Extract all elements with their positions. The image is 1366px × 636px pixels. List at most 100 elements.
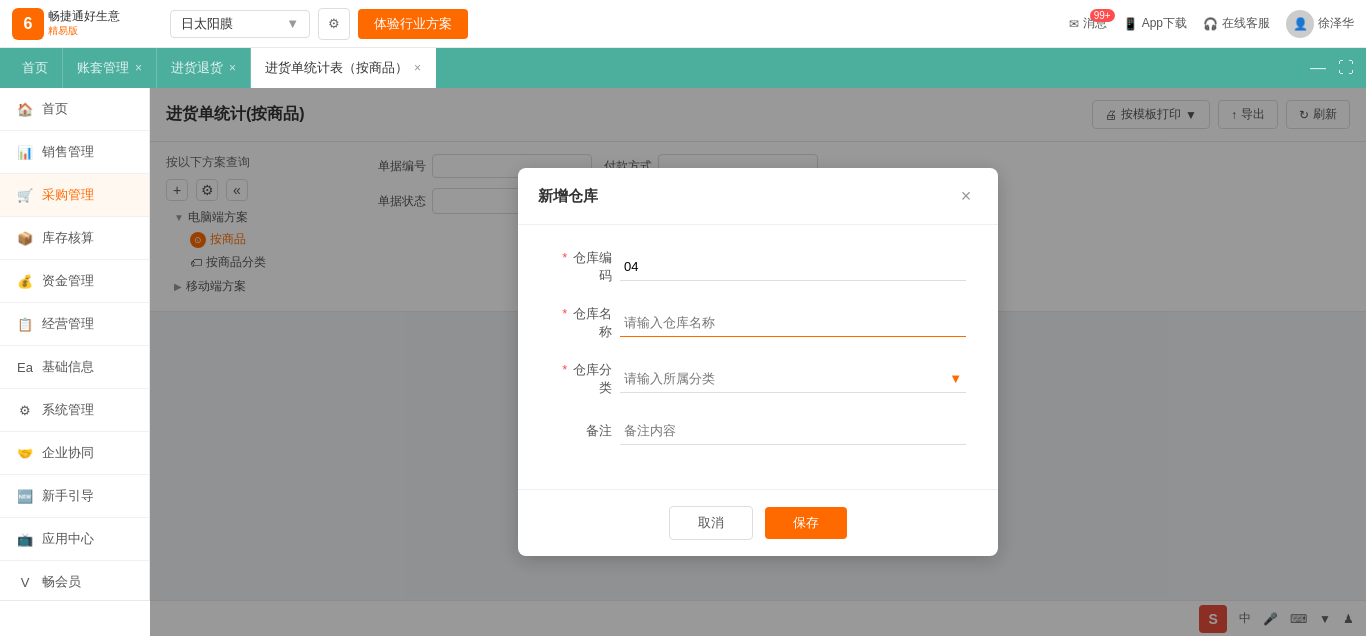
sidebar-member-label: 畅会员: [42, 573, 81, 591]
sidebar-system-label: 系统管理: [42, 401, 94, 419]
app-logo: 6: [12, 8, 44, 40]
store-arrow-icon: ▼: [286, 16, 299, 31]
operations-icon: 📋: [16, 315, 34, 333]
top-right-area: ✉ 消息 99+ 📱 App下载 🎧 在线客服 👤 徐泽华: [1069, 10, 1354, 38]
sidebar-item-guide[interactable]: 🆕 新手引导: [0, 475, 149, 518]
app-edition: 精易版: [48, 24, 120, 38]
note-input[interactable]: [620, 417, 966, 445]
tab-home[interactable]: 首页: [8, 48, 63, 88]
form-row-code: * 仓库编码: [550, 249, 966, 285]
inventory-icon: 📦: [16, 229, 34, 247]
new-warehouse-dialog: 新增仓库 × * 仓库编码 *: [518, 168, 998, 556]
tab-purchase-return-label: 进货退货: [171, 59, 223, 77]
sidebar-collab-label: 企业协同: [42, 444, 94, 462]
tab-account[interactable]: 账套管理 ×: [63, 48, 157, 88]
sidebar-apps-label: 应用中心: [42, 530, 94, 548]
tab-purchase-stats[interactable]: 进货单统计表（按商品） ×: [251, 48, 436, 88]
member-icon: V: [16, 573, 34, 591]
system-icon: ⚙: [16, 401, 34, 419]
top-bar: 6 畅捷通好生意 精易版 日太阳膜 ▼ ⚙ 体验行业方案 ✉ 消息 99+ 📱 …: [0, 0, 1366, 48]
sidebar-item-collab[interactable]: 🤝 企业协同: [0, 432, 149, 475]
form-row-note: 备注: [550, 417, 966, 445]
dialog-header: 新增仓库 ×: [518, 168, 998, 225]
dialog-footer: 取消 保存: [518, 489, 998, 556]
sidebar-home-label: 首页: [42, 100, 68, 118]
home-icon: 🏠: [16, 100, 34, 118]
name-required-mark: *: [562, 306, 567, 321]
settings-button[interactable]: ⚙: [318, 8, 350, 40]
category-dropdown-icon[interactable]: ▼: [949, 371, 962, 386]
dialog-close-button[interactable]: ×: [954, 184, 978, 208]
code-label: * 仓库编码: [550, 249, 620, 285]
sidebar-inventory-label: 库存核算: [42, 229, 94, 247]
headset-icon: 🎧: [1203, 17, 1218, 31]
sidebar-item-inventory[interactable]: 📦 库存核算: [0, 217, 149, 260]
tab-purchase-return[interactable]: 进货退货 ×: [157, 48, 251, 88]
sidebar-item-basicinfo[interactable]: Ea 基础信息: [0, 346, 149, 389]
cancel-button[interactable]: 取消: [669, 506, 753, 540]
sidebar-item-apps[interactable]: 📺 应用中心: [0, 518, 149, 561]
category-select-input[interactable]: [624, 371, 949, 386]
finance-icon: 💰: [16, 272, 34, 290]
category-select-wrapper: ▼: [620, 365, 966, 393]
sidebar-purchase-label: 采购管理: [42, 186, 94, 204]
tab-purchase-stats-label: 进货单统计表（按商品）: [265, 59, 408, 77]
store-selector[interactable]: 日太阳膜 ▼: [170, 10, 310, 38]
user-menu[interactable]: 👤 徐泽华: [1286, 10, 1354, 38]
app-download-button[interactable]: 📱 App下载: [1123, 15, 1187, 32]
tab-bar: 首页 账套管理 × 进货退货 × 进货单统计表（按商品） × — ⛶: [0, 48, 1366, 88]
name-label: * 仓库名称: [550, 305, 620, 341]
modal-overlay[interactable]: 新增仓库 × * 仓库编码 *: [150, 88, 1366, 636]
online-service-button[interactable]: 🎧 在线客服: [1203, 15, 1270, 32]
code-required-mark: *: [562, 250, 567, 265]
sidebar-finance-label: 资金管理: [42, 272, 94, 290]
phone-icon: 📱: [1123, 17, 1138, 31]
basicinfo-icon: Ea: [16, 358, 34, 376]
trial-button[interactable]: 体验行业方案: [358, 9, 468, 39]
sidebar-item-finance[interactable]: 💰 资金管理: [0, 260, 149, 303]
sidebar-guide-label: 新手引导: [42, 487, 94, 505]
sidebar-item-sales[interactable]: 📊 销售管理: [0, 131, 149, 174]
dialog-title: 新增仓库: [538, 187, 598, 206]
tab-expand-icon[interactable]: ⛶: [1334, 59, 1358, 77]
category-label: * 仓库分类: [550, 361, 620, 397]
message-badge: 99+: [1090, 9, 1115, 22]
tab-account-label: 账套管理: [77, 59, 129, 77]
sidebar: 🏠 首页 📊 销售管理 🛒 采购管理 📦 库存核算 💰 资金管理 📋 经营管理 …: [0, 88, 150, 636]
sidebar-sales-label: 销售管理: [42, 143, 94, 161]
tab-home-label: 首页: [22, 59, 48, 77]
message-icon: ✉: [1069, 17, 1079, 31]
apps-icon: 📺: [16, 530, 34, 548]
tab-minimize-icon[interactable]: —: [1306, 59, 1330, 77]
sidebar-item-purchase[interactable]: 🛒 采购管理: [0, 174, 149, 217]
collab-icon: 🤝: [16, 444, 34, 462]
messages-button[interactable]: ✉ 消息 99+: [1069, 15, 1107, 32]
guide-icon: 🆕: [16, 487, 34, 505]
sidebar-item-system[interactable]: ⚙ 系统管理: [0, 389, 149, 432]
tab-account-close[interactable]: ×: [135, 62, 142, 74]
sidebar-item-home[interactable]: 🏠 首页: [0, 88, 149, 131]
form-row-name: * 仓库名称: [550, 305, 966, 341]
warehouse-code-input[interactable]: [620, 253, 966, 281]
logo-area: 6 畅捷通好生意 精易版: [12, 8, 162, 40]
dialog-body: * 仓库编码 * 仓库名称: [518, 225, 998, 489]
sidebar-item-member[interactable]: V 畅会员: [0, 561, 149, 604]
content-area: 进货单统计(按商品) 🖨 按模板打印 ▼ ↑ 导出 ↻ 刷新: [150, 88, 1366, 636]
main-layout: 🏠 首页 📊 销售管理 🛒 采购管理 📦 库存核算 💰 资金管理 📋 经营管理 …: [0, 88, 1366, 636]
tab-actions: — ⛶: [1306, 59, 1358, 77]
sidebar-item-operations[interactable]: 📋 经营管理: [0, 303, 149, 346]
form-row-category: * 仓库分类 ▼: [550, 361, 966, 397]
user-avatar: 👤: [1286, 10, 1314, 38]
category-required-mark: *: [562, 362, 567, 377]
tab-purchase-return-close[interactable]: ×: [229, 62, 236, 74]
sidebar-operations-label: 经营管理: [42, 315, 94, 333]
app-name: 畅捷通好生意: [48, 9, 120, 25]
user-name: 徐泽华: [1318, 15, 1354, 32]
save-button[interactable]: 保存: [765, 507, 847, 539]
sidebar-basicinfo-label: 基础信息: [42, 358, 94, 376]
purchase-icon: 🛒: [16, 186, 34, 204]
warehouse-name-input[interactable]: [620, 309, 966, 337]
store-name: 日太阳膜: [181, 15, 233, 33]
sales-icon: 📊: [16, 143, 34, 161]
tab-purchase-stats-close[interactable]: ×: [414, 62, 421, 74]
